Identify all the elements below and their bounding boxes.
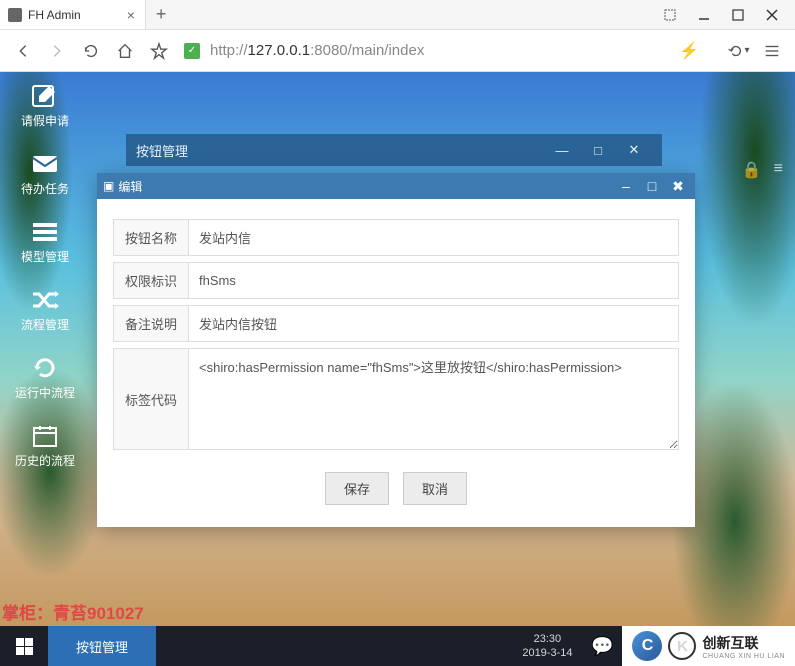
back-button[interactable] xyxy=(8,36,38,66)
code-label: 标签代码 xyxy=(114,349,189,449)
parent-window-titlebar[interactable]: 按钮管理 — □ ✕ xyxy=(126,134,662,166)
security-shield-icon[interactable]: ✓ xyxy=(184,43,200,59)
edit-icon xyxy=(31,84,59,108)
fastmode-icon[interactable]: ⚡ xyxy=(679,41,699,61)
close-icon[interactable] xyxy=(757,0,787,30)
calendar-icon xyxy=(31,424,59,448)
remark-label: 备注说明 xyxy=(114,306,189,341)
new-tab-button[interactable]: + xyxy=(146,0,177,29)
clock-date: 2019-3-14 xyxy=(522,646,572,660)
parent-close-icon[interactable]: ✕ xyxy=(616,134,652,166)
shuffle-icon xyxy=(31,288,59,312)
logo-text: 创新互联 xyxy=(702,633,785,653)
sidebar-item-tasks[interactable]: 待办任务 xyxy=(0,140,90,208)
sidebar-item-process[interactable]: 流程管理 xyxy=(0,276,90,344)
sidebar-item-leave[interactable]: 请假申请 xyxy=(0,72,90,140)
dialog-titlebar[interactable]: ▣ 编辑 – □ ✖ xyxy=(97,173,695,199)
minimize-icon[interactable] xyxy=(689,0,719,30)
url-text[interactable]: http://127.0.0.1:8080/main/index xyxy=(204,42,655,59)
start-button[interactable] xyxy=(0,626,48,666)
refresh-icon xyxy=(31,356,59,380)
logo-subtext: CHUANG XIN HU LIAN xyxy=(702,653,785,660)
taskbar-clock[interactable]: 23:30 2019-3-14 xyxy=(512,632,582,661)
favorite-button[interactable] xyxy=(144,36,174,66)
parent-minimize-icon[interactable]: — xyxy=(544,134,580,166)
windows-icon xyxy=(16,638,33,655)
dialog-title: 编辑 xyxy=(118,178,142,195)
browser-titlebar: FH Admin × + xyxy=(0,0,795,30)
url-bar: ✓ http://127.0.0.1:8080/main/index ⚡ ▾ xyxy=(0,30,795,72)
sidebar-item-model[interactable]: 模型管理 xyxy=(0,208,90,276)
brand-logo-area: C K 创新互联 CHUANG XIN HU LIAN xyxy=(622,626,795,666)
dialog-minimize-icon[interactable]: – xyxy=(615,178,637,194)
list-icon xyxy=(31,220,59,244)
remark-input[interactable] xyxy=(189,306,678,341)
screenshot-icon[interactable] xyxy=(655,0,685,30)
maximize-icon[interactable] xyxy=(723,0,753,30)
perm-input[interactable] xyxy=(189,263,678,298)
watermark-text: 掌柜：青苔901027 xyxy=(2,599,144,624)
tab-close-icon[interactable]: × xyxy=(127,7,135,23)
perm-label: 权限标识 xyxy=(114,263,189,298)
logo-c-icon: C xyxy=(632,631,662,661)
refresh-button[interactable] xyxy=(76,36,106,66)
tab-favicon xyxy=(8,8,22,22)
more-icon[interactable]: ≡ xyxy=(774,160,783,180)
dialog-close-icon[interactable]: ✖ xyxy=(667,178,689,195)
menu-button[interactable] xyxy=(757,36,787,66)
sidebar-item-history[interactable]: 历史的流程 xyxy=(0,412,90,480)
chat-icon[interactable]: 💬 xyxy=(582,636,622,657)
save-button[interactable]: 保存 xyxy=(325,472,389,505)
lock-icon[interactable]: 🔒 xyxy=(742,160,762,180)
browser-tab[interactable]: FH Admin × xyxy=(0,0,146,29)
edit-dialog: ▣ 编辑 – □ ✖ 按钮名称 权限标识 备注说明 标签代码 保存 取消 xyxy=(97,173,695,527)
parent-window: 按钮管理 — □ ✕ xyxy=(126,134,662,166)
top-right-toolbar: 🔒 ≡ xyxy=(742,160,783,180)
home-button[interactable] xyxy=(110,36,140,66)
sidebar-item-running[interactable]: 运行中流程 xyxy=(0,344,90,412)
dialog-maximize-icon[interactable]: □ xyxy=(641,178,663,194)
taskbar: 按钮管理 23:30 2019-3-14 💬 C K 创新互联 CHUANG X… xyxy=(0,626,795,666)
window-icon: ▣ xyxy=(103,179,114,193)
taskbar-active-item[interactable]: 按钮管理 xyxy=(48,626,156,666)
parent-maximize-icon[interactable]: □ xyxy=(580,134,616,166)
logo-k-icon: K xyxy=(668,632,696,660)
name-input[interactable] xyxy=(189,220,678,255)
undo-dropdown-button[interactable]: ▾ xyxy=(723,36,753,66)
parent-window-title: 按钮管理 xyxy=(136,141,188,160)
envelope-icon xyxy=(31,152,59,176)
cancel-button[interactable]: 取消 xyxy=(403,472,467,505)
tab-title: FH Admin xyxy=(28,8,81,22)
sidebar: 请假申请 待办任务 模型管理 流程管理 运行中流程 历史的流程 xyxy=(0,72,90,480)
name-label: 按钮名称 xyxy=(114,220,189,255)
forward-button[interactable] xyxy=(42,36,72,66)
dialog-body: 按钮名称 权限标识 备注说明 标签代码 保存 取消 xyxy=(97,199,695,527)
code-textarea[interactable] xyxy=(189,349,678,449)
clock-time: 23:30 xyxy=(534,632,562,646)
